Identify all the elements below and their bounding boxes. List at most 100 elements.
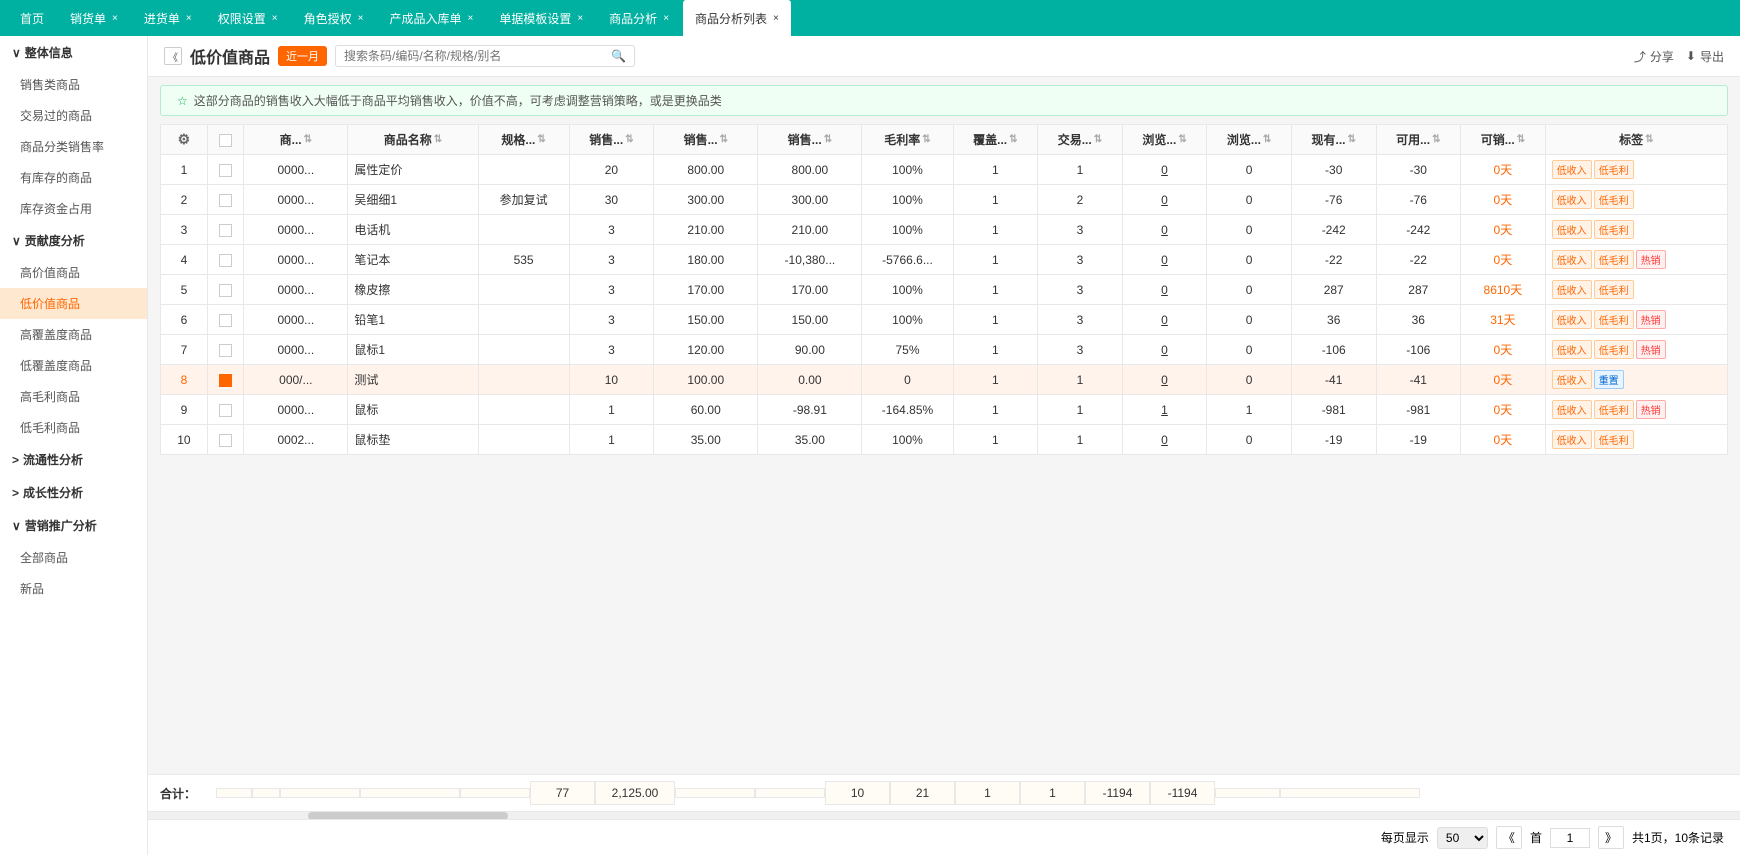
nav-product-analysis[interactable]: 商品分析 × <box>597 0 681 36</box>
row-checkbox[interactable] <box>219 164 232 177</box>
page-number-input[interactable] <box>1550 828 1590 848</box>
search-icon[interactable]: 🔍 <box>611 49 626 63</box>
row-checkbox[interactable] <box>219 344 232 357</box>
browse-link[interactable]: 1 <box>1161 403 1168 417</box>
close-icon[interactable]: × <box>272 13 278 24</box>
sidebar-group-overall[interactable]: ∨ 整体信息 <box>0 36 147 69</box>
row-checkbox[interactable] <box>219 314 232 327</box>
sort-icon[interactable]: ⇅ <box>720 134 728 145</box>
sort-icon[interactable]: ⇅ <box>824 134 832 145</box>
nav-home[interactable]: 首页 <box>8 0 56 36</box>
col-available[interactable]: 可用...⇅ <box>1376 125 1461 155</box>
browse-link[interactable]: 0 <box>1161 373 1168 387</box>
close-icon[interactable]: × <box>186 13 192 24</box>
nav-template[interactable]: 单据模板设置 × <box>487 0 595 36</box>
nav-sales-order[interactable]: 销货单 × <box>58 0 130 36</box>
col-browse1[interactable]: 浏览...⇅ <box>1122 125 1207 155</box>
nav-permission[interactable]: 权限设置 × <box>206 0 290 36</box>
sidebar-item-low-value[interactable]: 低价值商品 <box>0 288 147 319</box>
sort-icon[interactable]: ⇅ <box>1178 134 1186 145</box>
row-checkbox[interactable] <box>219 254 232 267</box>
col-sales-amount[interactable]: 销售...⇅ <box>758 125 862 155</box>
col-settings[interactable]: ⚙ <box>161 125 208 155</box>
sort-icon[interactable]: ⇅ <box>1094 134 1102 145</box>
col-coverage[interactable]: 覆盖...⇅ <box>953 125 1038 155</box>
browse-link[interactable]: 0 <box>1161 343 1168 357</box>
sidebar-group-liquidity[interactable]: > 流通性分析 <box>0 443 147 476</box>
collapse-sidebar-button[interactable]: 《 <box>164 47 182 65</box>
col-sales-qty[interactable]: 销售...⇅ <box>569 125 654 155</box>
share-button[interactable]: ⤴ 分享 <box>1634 48 1674 65</box>
sort-icon[interactable]: ⇅ <box>1645 134 1653 145</box>
sidebar-item-stock-products[interactable]: 有库存的商品 <box>0 162 147 193</box>
sidebar-item-high-coverage[interactable]: 高覆盖度商品 <box>0 319 147 350</box>
sort-icon[interactable]: ⇅ <box>1517 134 1525 145</box>
browse-link[interactable]: 0 <box>1161 313 1168 327</box>
col-current-stock[interactable]: 现有...⇅ <box>1291 125 1376 155</box>
sort-icon[interactable]: ⇅ <box>304 134 312 145</box>
row-checkbox[interactable] <box>219 284 232 297</box>
nav-product-analysis-list[interactable]: 商品分析列表 × <box>683 0 791 36</box>
sort-icon[interactable]: ⇅ <box>1263 134 1271 145</box>
first-page-button[interactable]: 《 <box>1496 826 1522 849</box>
search-input[interactable] <box>344 49 607 63</box>
browse-link[interactable]: 0 <box>1161 253 1168 267</box>
nav-purchase-order[interactable]: 进货单 × <box>132 0 204 36</box>
sort-icon[interactable]: ⇅ <box>434 134 442 145</box>
row-checkbox[interactable] <box>219 374 232 387</box>
close-icon[interactable]: × <box>112 13 118 24</box>
sidebar-item-low-coverage[interactable]: 低覆盖度商品 <box>0 350 147 381</box>
sort-icon[interactable]: ⇅ <box>922 134 930 145</box>
browse-link[interactable]: 0 <box>1161 193 1168 207</box>
col-name[interactable]: 商品名称⇅ <box>348 125 478 155</box>
sidebar-item-high-value[interactable]: 高价值商品 <box>0 257 147 288</box>
close-icon[interactable]: × <box>467 13 473 24</box>
sort-icon[interactable]: ⇅ <box>1009 134 1017 145</box>
sidebar-group-contribution[interactable]: ∨ 贡献度分析 <box>0 224 147 257</box>
col-sales-price[interactable]: 销售...⇅ <box>654 125 758 155</box>
sidebar-item-low-margin[interactable]: 低毛利商品 <box>0 412 147 443</box>
last-page-button[interactable]: 》 <box>1598 826 1624 849</box>
row-checkbox[interactable] <box>219 224 232 237</box>
sidebar-item-sales-products[interactable]: 销售类商品 <box>0 69 147 100</box>
col-checkbox[interactable] <box>207 125 243 155</box>
close-icon[interactable]: × <box>773 13 779 24</box>
nav-product-stock[interactable]: 产成品入库单 × <box>377 0 485 36</box>
close-icon[interactable]: × <box>577 13 583 24</box>
sort-icon[interactable]: ⇅ <box>1348 134 1356 145</box>
per-page-select[interactable]: 50 100 200 <box>1437 827 1488 849</box>
col-transactions[interactable]: 交易...⇅ <box>1038 125 1123 155</box>
row-checkbox[interactable] <box>219 404 232 417</box>
sidebar-item-traded-products[interactable]: 交易过的商品 <box>0 100 147 131</box>
filter-recent-month-button[interactable]: 近一月 <box>278 46 327 66</box>
scrollbar-area[interactable] <box>148 811 1740 819</box>
sort-icon[interactable]: ⇅ <box>625 134 633 145</box>
close-icon[interactable]: × <box>663 13 669 24</box>
col-browse2[interactable]: 浏览...⇅ <box>1207 125 1292 155</box>
sidebar-item-stock-capital[interactable]: 库存资金占用 <box>0 193 147 224</box>
sidebar-group-marketing[interactable]: ∨ 营销推广分析 <box>0 509 147 542</box>
browse-link[interactable]: 0 <box>1161 433 1168 447</box>
gear-icon[interactable]: ⚙ <box>178 131 191 147</box>
sidebar-item-new-products[interactable]: 新品 <box>0 573 147 604</box>
sidebar-item-category-sales-rate[interactable]: 商品分类销售率 <box>0 131 147 162</box>
row-checkbox[interactable] <box>219 434 232 447</box>
col-sellable[interactable]: 可销...⇅ <box>1461 125 1546 155</box>
sort-icon[interactable]: ⇅ <box>1432 134 1440 145</box>
close-icon[interactable]: × <box>358 13 364 24</box>
sidebar-item-high-margin[interactable]: 高毛利商品 <box>0 381 147 412</box>
export-button[interactable]: ⬇ 导出 <box>1686 48 1724 65</box>
browse-link[interactable]: 0 <box>1161 163 1168 177</box>
select-all-checkbox[interactable] <box>219 134 232 147</box>
browse-link[interactable]: 0 <box>1161 223 1168 237</box>
browse-link[interactable]: 0 <box>1161 283 1168 297</box>
col-spec[interactable]: 规格...⇅ <box>478 125 569 155</box>
row-checkbox[interactable] <box>219 194 232 207</box>
col-tags[interactable]: 标签⇅ <box>1545 125 1727 155</box>
sort-icon[interactable]: ⇅ <box>537 134 545 145</box>
sidebar-group-growth[interactable]: > 成长性分析 <box>0 476 147 509</box>
nav-role-auth[interactable]: 角色授权 × <box>292 0 376 36</box>
col-margin-rate[interactable]: 毛利率⇅ <box>862 125 953 155</box>
col-code[interactable]: 商...⇅ <box>244 125 348 155</box>
sidebar-item-all-products[interactable]: 全部商品 <box>0 542 147 573</box>
